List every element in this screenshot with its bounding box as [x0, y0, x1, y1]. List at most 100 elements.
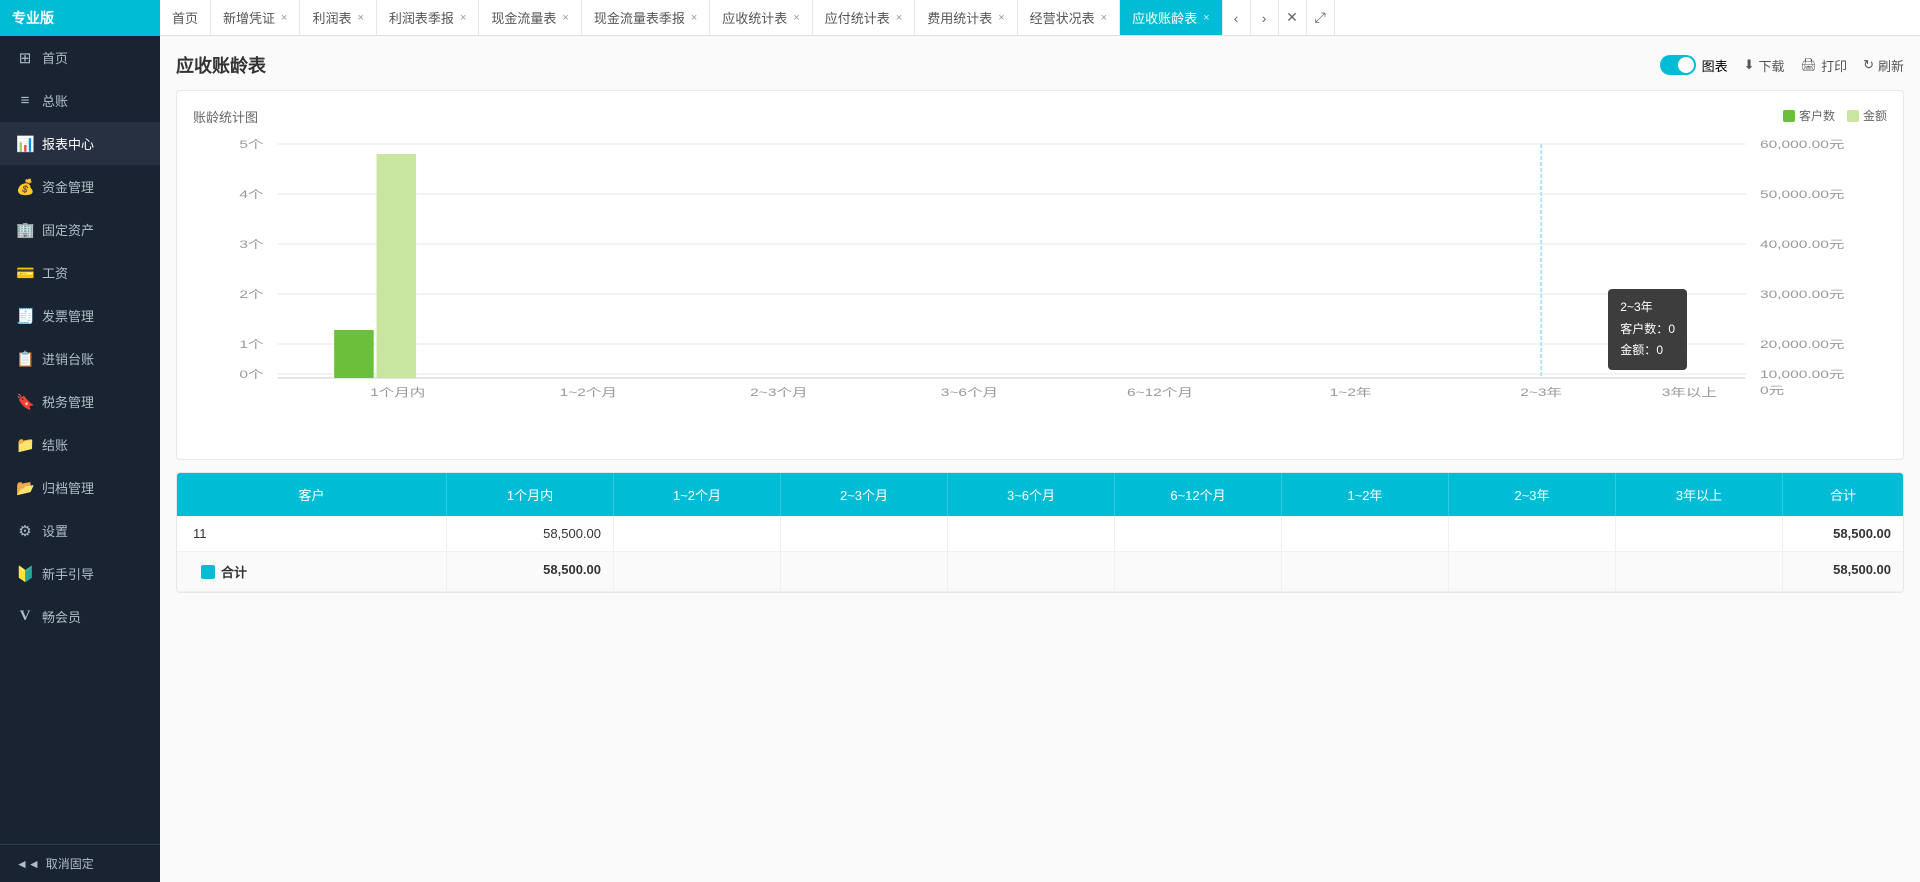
row-y1-2 [1282, 516, 1449, 551]
tab-receivable-stat[interactable]: 应收统计表 × [710, 0, 812, 36]
refresh-label: 刷新 [1878, 56, 1904, 75]
header-m2-3: 2~3个月 [781, 473, 948, 516]
tab-cashflow[interactable]: 现金流量表 × [479, 0, 581, 36]
svg-text:2个: 2个 [239, 288, 264, 300]
tab-cashflow-quarterly[interactable]: 现金流量表季报 × [582, 0, 710, 36]
ledger-icon: ≡ [16, 92, 34, 109]
tab-operations[interactable]: 经营状况表 × [1018, 0, 1120, 36]
tax-icon: 🔖 [16, 393, 34, 411]
svg-text:6~12个月: 6~12个月 [1127, 386, 1193, 398]
tab-prev-btn[interactable]: ‹ [1223, 0, 1251, 36]
total-m6-12 [1115, 552, 1282, 591]
sidebar-label-reports: 报表中心 [42, 134, 94, 153]
row-m6-12 [1115, 516, 1282, 551]
refresh-btn[interactable]: ↻ 刷新 [1863, 56, 1904, 75]
sidebar-item-member[interactable]: V 畅会员 [0, 595, 160, 638]
tab-profit-quarterly-label: 利润表季报 [389, 8, 454, 27]
header-y1-2: 1~2年 [1282, 473, 1449, 516]
sidebar-item-settings[interactable]: ⚙ 设置 [0, 509, 160, 552]
header-y2-3: 2~3年 [1449, 473, 1616, 516]
payroll-icon: 💳 [16, 264, 34, 282]
tab-aging-close[interactable]: × [1203, 12, 1209, 24]
tab-payable-stat[interactable]: 应付统计表 × [813, 0, 915, 36]
row-total: 58,500.00 [1783, 516, 1903, 551]
sidebar-item-ledger[interactable]: ≡ 总账 [0, 79, 160, 122]
tab-cashflow-quarterly-close[interactable]: × [691, 12, 697, 24]
tab-operations-label: 经营状况表 [1030, 8, 1095, 27]
tab-profit[interactable]: 利润表 × [300, 0, 376, 36]
sidebar-item-home[interactable]: ⊞ 首页 [0, 36, 160, 79]
tab-close-all-btn[interactable]: ✕ [1279, 0, 1307, 36]
svg-text:1~2年: 1~2年 [1330, 386, 1372, 398]
sidebar-item-funds[interactable]: 💰 资金管理 [0, 165, 160, 208]
download-btn[interactable]: ⬇ 下载 [1744, 56, 1785, 75]
total-m3-6 [948, 552, 1115, 591]
tab-payable-stat-close[interactable]: × [896, 12, 902, 24]
sidebar-item-payroll[interactable]: 💳 工资 [0, 251, 160, 294]
tab-profit-close[interactable]: × [357, 12, 363, 24]
tab-home[interactable]: 首页 [160, 0, 211, 36]
page-content: 应收账龄表 图表 ⬇ 下载 🖨 打印 ↻ 刷新 [160, 36, 1920, 882]
sidebar-item-archive[interactable]: 📂 归档管理 [0, 466, 160, 509]
header-m1-2: 1~2个月 [614, 473, 781, 516]
tab-profit-quarterly-close[interactable]: × [460, 12, 466, 24]
sidebar-item-close[interactable]: 📁 结账 [0, 423, 160, 466]
sidebar-item-tax[interactable]: 🔖 税务管理 [0, 380, 160, 423]
tab-new-voucher[interactable]: 新增凭证 × [211, 0, 300, 36]
sidebar-item-sales[interactable]: 📋 进销台账 [0, 337, 160, 380]
sidebar-item-guide[interactable]: 🔰 新手引导 [0, 552, 160, 595]
sales-icon: 📋 [16, 350, 34, 368]
print-btn[interactable]: 🖨 打印 [1801, 56, 1848, 75]
sidebar-unpin[interactable]: ◄◄ 取消固定 [0, 844, 160, 882]
data-table: 客户 1个月内 1~2个月 2~3个月 3~6个月 6~12个月 1~2年 2~… [176, 472, 1904, 593]
unpin-icon: ◄◄ [16, 857, 40, 871]
svg-text:3个: 3个 [239, 238, 264, 250]
tab-expand-btn[interactable]: ⤢ [1307, 0, 1335, 36]
home-icon: ⊞ [16, 49, 34, 67]
tab-aging[interactable]: 应收账龄表 × [1120, 0, 1222, 36]
main-content: 首页 新增凭证 × 利润表 × 利润表季报 × 现金流量表 × 现金流量表季报 … [160, 0, 1920, 882]
chart-toggle[interactable]: 图表 [1660, 55, 1728, 75]
row-m3-6 [948, 516, 1115, 551]
sidebar-label-close: 结账 [42, 435, 68, 454]
chart-svg: 5个 4个 3个 2个 1个 0个 60,000.00元 50,000.00元 … [193, 134, 1887, 414]
tab-cashflow-close[interactable]: × [562, 12, 568, 24]
tab-operations-close[interactable]: × [1101, 12, 1107, 24]
total-label-cell: 合计 [177, 552, 447, 591]
bar-customer-1 [334, 330, 374, 378]
tab-expense-stat-label: 费用统计表 [927, 8, 992, 27]
total-m1-2 [614, 552, 781, 591]
chart-legend: 客户数 金额 [1783, 107, 1887, 124]
reports-icon: 📊 [16, 135, 34, 153]
svg-text:2~3年: 2~3年 [1520, 386, 1562, 398]
sidebar-label-ledger: 总账 [42, 91, 68, 110]
legend-amount: 金额 [1847, 107, 1887, 124]
tab-next-btn[interactable]: › [1251, 0, 1279, 36]
tab-expense-stat[interactable]: 费用统计表 × [915, 0, 1017, 36]
bar-amount-1 [377, 154, 417, 378]
row-customer: 11 [177, 516, 447, 551]
toggle-track[interactable] [1660, 55, 1696, 75]
tab-expense-stat-close[interactable]: × [998, 12, 1004, 24]
sidebar-item-invoice[interactable]: 🧾 发票管理 [0, 294, 160, 337]
tab-home-label: 首页 [172, 8, 198, 27]
sidebar-label-funds: 资金管理 [42, 177, 94, 196]
sidebar-item-assets[interactable]: 🏢 固定资产 [0, 208, 160, 251]
sidebar-logo: 专业版 [0, 0, 160, 36]
toggle-thumb [1678, 57, 1694, 73]
header-y3plus: 3年以上 [1616, 473, 1783, 516]
total-m2-3 [781, 552, 948, 591]
page-header: 应收账龄表 图表 ⬇ 下载 🖨 打印 ↻ 刷新 [176, 52, 1904, 78]
tab-profit-label: 利润表 [312, 8, 351, 27]
svg-text:5个: 5个 [239, 138, 264, 150]
legend-customer-label: 客户数 [1799, 107, 1835, 124]
archive-icon: 📂 [16, 479, 34, 497]
sidebar-item-reports[interactable]: 📊 报表中心 [0, 122, 160, 165]
tab-receivable-stat-close[interactable]: × [793, 12, 799, 24]
total-label-text: 合计 [221, 562, 247, 581]
funds-icon: 💰 [16, 178, 34, 196]
chart-area: 账龄统计图 客户数 金额 [176, 90, 1904, 460]
unpin-label: 取消固定 [46, 855, 94, 872]
tab-new-voucher-close[interactable]: × [281, 12, 287, 24]
tab-profit-quarterly[interactable]: 利润表季报 × [377, 0, 479, 36]
